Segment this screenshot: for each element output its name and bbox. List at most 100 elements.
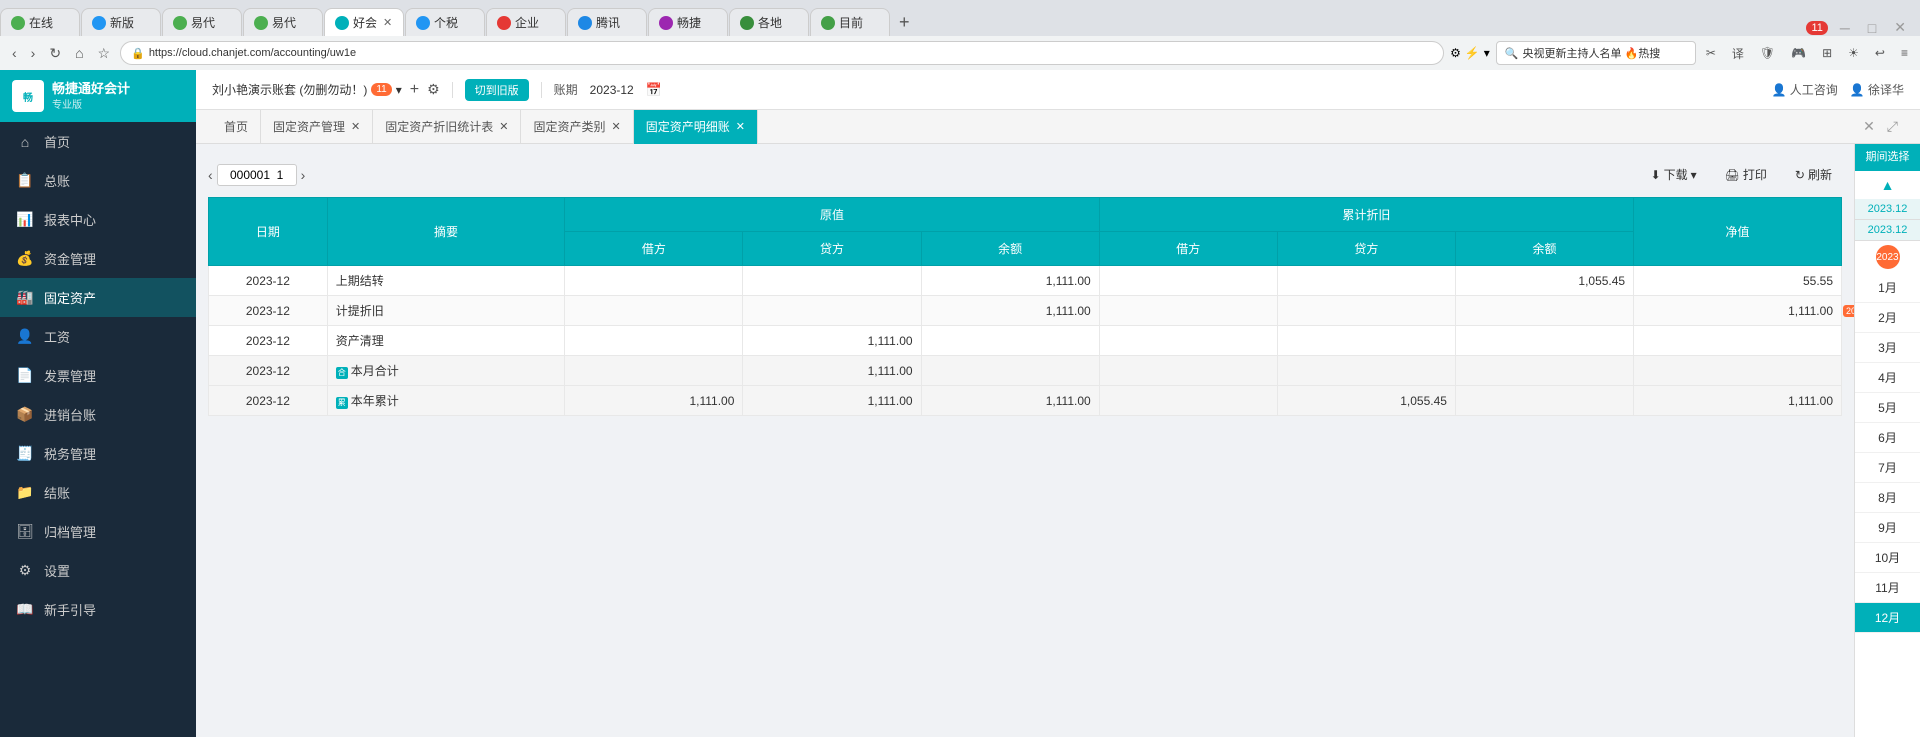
switch-version-button[interactable]: 切到旧版 bbox=[465, 79, 529, 101]
forward-button[interactable]: › bbox=[27, 45, 40, 61]
url-input[interactable]: 🔒 https://cloud.chanjet.com/accounting/u… bbox=[120, 41, 1444, 65]
period-month-5[interactable]: 5月 bbox=[1855, 393, 1920, 423]
app-tab-bar: 首页 固定资产管理 ✕ 固定资产折旧统计表 ✕ 固定资产类别 ✕ 固定资产明细账… bbox=[196, 110, 1920, 144]
cell-accum-credit bbox=[1277, 326, 1455, 356]
cut-button[interactable]: ✂ bbox=[1702, 46, 1720, 60]
sidebar-item-general-ledger[interactable]: 📋 总账 bbox=[0, 161, 196, 200]
print-label: 打印 bbox=[1743, 166, 1767, 183]
minimize-button[interactable]: ─ bbox=[1834, 20, 1856, 36]
tab-asset-category[interactable]: 固定资产类别 ✕ bbox=[521, 110, 633, 144]
browser-tab-muqian[interactable]: 目前 bbox=[810, 8, 890, 36]
customer-service-button[interactable]: 👤 人工咨询 bbox=[1771, 81, 1837, 98]
browser-tab-yidai1[interactable]: 易代 bbox=[162, 8, 242, 36]
company-selector[interactable]: 刘小艳演示账套 (勿删勿动！) 11 ▾ bbox=[212, 81, 402, 98]
period-month-3[interactable]: 3月 bbox=[1855, 333, 1920, 363]
browser-tab-close[interactable]: ✕ bbox=[383, 16, 392, 29]
sidebar-item-closing[interactable]: 📁 结账 bbox=[0, 473, 196, 512]
sidebar-item-tax[interactable]: 🧾 税务管理 bbox=[0, 434, 196, 473]
maximize-button[interactable]: □ bbox=[1862, 20, 1882, 36]
period-year-icon[interactable]: 2023 bbox=[1876, 245, 1900, 269]
print-button[interactable]: 🖨 打印 bbox=[1715, 162, 1777, 187]
tab-depreciation-stats[interactable]: 固定资产折旧统计表 ✕ bbox=[373, 110, 521, 144]
address-bar: ‹ › ↻ ⌂ ☆ 🔒 https://cloud.chanjet.com/ac… bbox=[0, 36, 1920, 70]
game-button[interactable]: 🎮 bbox=[1787, 46, 1810, 60]
browser-tab-label: 好会 bbox=[353, 14, 377, 31]
tab-close-icon[interactable]: ✕ bbox=[351, 120, 360, 133]
shield-button[interactable]: 🛡 bbox=[1756, 46, 1779, 60]
tab-close-icon[interactable]: ✕ bbox=[612, 120, 621, 133]
grid-button[interactable]: ⊞ bbox=[1818, 46, 1836, 60]
history-button[interactable]: ↩ bbox=[1871, 46, 1889, 60]
sidebar-item-archive[interactable]: 🗄 归档管理 bbox=[0, 512, 196, 551]
browser-tab-gedi[interactable]: 各地 bbox=[729, 8, 809, 36]
menu-button[interactable]: ≡ bbox=[1897, 46, 1912, 60]
ledger-icon: 📋 bbox=[16, 172, 34, 189]
refresh-label: 刷新 bbox=[1808, 166, 1832, 183]
period-month-9[interactable]: 9月 bbox=[1855, 513, 1920, 543]
browser-tab-tencent[interactable]: 腾讯 bbox=[567, 8, 647, 36]
sidebar-item-settings[interactable]: ⚙ 设置 bbox=[0, 551, 196, 590]
sidebar-item-label: 报表中心 bbox=[44, 210, 96, 229]
period-month-6[interactable]: 6月 bbox=[1855, 423, 1920, 453]
cell-accum-balance bbox=[1455, 326, 1633, 356]
refresh-button[interactable]: ↻ bbox=[45, 45, 65, 62]
notification-badge: 11 bbox=[371, 83, 391, 96]
sidebar-item-funds[interactable]: 💰 资金管理 bbox=[0, 239, 196, 278]
search-input[interactable]: 🔍 央视更新主持人名单 🔥热搜 bbox=[1496, 41, 1696, 65]
period-month-2[interactable]: 2月 bbox=[1855, 303, 1920, 333]
brightness-button[interactable]: ☀ bbox=[1844, 46, 1863, 60]
next-page-button[interactable]: › bbox=[301, 167, 306, 183]
home-button[interactable]: ⌂ bbox=[71, 45, 87, 61]
sidebar-item-fixed-assets[interactable]: 🏭 固定资产 bbox=[0, 278, 196, 317]
calendar-icon[interactable]: 📅 bbox=[646, 82, 662, 98]
sidebar-item-reports[interactable]: 📊 报表中心 bbox=[0, 200, 196, 239]
browser-tab-qiye[interactable]: 企业 bbox=[486, 8, 566, 36]
prev-page-button[interactable]: ‹ bbox=[208, 167, 213, 183]
tab-fixed-assets-mgmt[interactable]: 固定资产管理 ✕ bbox=[261, 110, 373, 144]
user-avatar[interactable]: 👤 徐译华 bbox=[1850, 81, 1904, 98]
panel-close-button[interactable]: ✕ bbox=[1857, 118, 1881, 135]
tab-close-icon[interactable]: ✕ bbox=[499, 120, 508, 133]
tab-close-icon[interactable]: ✕ bbox=[736, 120, 745, 133]
cell-date: 2023-12 bbox=[209, 356, 328, 386]
sidebar-item-payroll[interactable]: 👤 工资 bbox=[0, 317, 196, 356]
settings-icon-button[interactable]: ⚙ bbox=[427, 81, 440, 98]
period-month-4[interactable]: 4月 bbox=[1855, 363, 1920, 393]
browser-tab-yidai2[interactable]: 易代 bbox=[243, 8, 323, 36]
period-month-8[interactable]: 8月 bbox=[1855, 483, 1920, 513]
back-button[interactable]: ‹ bbox=[8, 45, 21, 61]
sidebar-item-purchase-sales[interactable]: 📦 进销台账 bbox=[0, 395, 196, 434]
period-month-11[interactable]: 11月 bbox=[1855, 573, 1920, 603]
dropdown-icon: ▾ bbox=[1484, 46, 1490, 60]
sidebar-item-invoice[interactable]: 📄 发票管理 bbox=[0, 356, 196, 395]
top-bar-right: 👤 人工咨询 👤 徐译华 bbox=[1771, 81, 1904, 98]
new-tab-button[interactable]: + bbox=[891, 8, 918, 36]
page-input[interactable] bbox=[217, 164, 297, 186]
cell-summary: 累本年累计 bbox=[327, 386, 565, 416]
table-row-monthly-total: 2023-12 合本月合计 1,111.00 bbox=[209, 356, 1842, 386]
period-month-10[interactable]: 10月 bbox=[1855, 543, 1920, 573]
sidebar-item-guide[interactable]: 📖 新手引导 bbox=[0, 590, 196, 629]
window-close-button[interactable]: ✕ bbox=[1888, 19, 1912, 36]
refresh-button[interactable]: ↻ 刷新 bbox=[1785, 162, 1842, 187]
browser-badge: 11 bbox=[1806, 21, 1827, 35]
download-button[interactable]: ⬇ 下载 ▾ bbox=[1641, 162, 1707, 187]
browser-tab-online[interactable]: 在线 bbox=[0, 8, 80, 36]
translate-button[interactable]: 译 bbox=[1728, 45, 1748, 62]
tab-home[interactable]: 首页 bbox=[212, 110, 261, 144]
browser-tab-changjie[interactable]: 畅捷 bbox=[648, 8, 728, 36]
bookmark-button[interactable]: ☆ bbox=[94, 45, 115, 62]
browser-tab-geshui[interactable]: 个税 bbox=[405, 8, 485, 36]
period-month-1[interactable]: 1月 bbox=[1855, 273, 1920, 303]
add-company-button[interactable]: + bbox=[410, 81, 419, 99]
browser-tab-label: 易代 bbox=[191, 14, 215, 31]
sidebar-item-home[interactable]: ⌂ 首页 bbox=[0, 122, 196, 161]
period-up-button[interactable]: ▲ bbox=[1855, 171, 1920, 199]
browser-tab-new[interactable]: 新版 bbox=[81, 8, 161, 36]
panel-expand-button[interactable]: ⤢ bbox=[1881, 118, 1904, 135]
browser-tab-haohui[interactable]: 好会 ✕ bbox=[324, 8, 404, 36]
period-month-7[interactable]: 7月 bbox=[1855, 453, 1920, 483]
top-bar: 刘小艳演示账套 (勿删勿动！) 11 ▾ + ⚙ 切到旧版 账期 2023-12… bbox=[196, 70, 1920, 110]
period-month-12[interactable]: 12月 bbox=[1855, 603, 1920, 633]
tab-asset-detail-ledger[interactable]: 固定资产明细账 ✕ bbox=[634, 110, 758, 144]
